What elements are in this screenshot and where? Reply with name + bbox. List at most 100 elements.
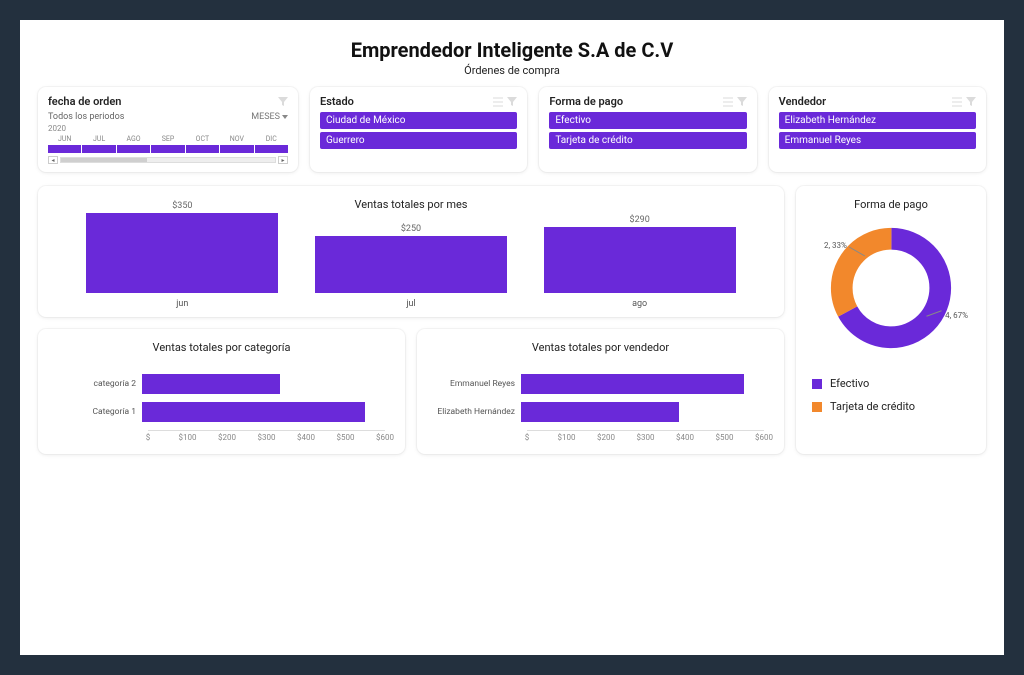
bar-rect xyxy=(315,236,507,293)
month-label: AGO xyxy=(117,135,150,143)
month-cell[interactable]: NOV xyxy=(220,135,253,153)
scroll-track[interactable] xyxy=(60,157,276,163)
axis-tick: $500 xyxy=(337,433,355,442)
hbar-row[interactable]: Elizabeth Hernández xyxy=(431,402,764,422)
donut-chart-area[interactable]: 2, 33% 4, 67% xyxy=(826,223,956,353)
all-periods-label[interactable]: Todos los periodos xyxy=(48,112,124,122)
legend-item-efectivo[interactable]: Efectivo xyxy=(812,377,970,390)
filter-values: Ciudad de México Guerrero xyxy=(320,112,517,149)
filter-fecha-de-orden[interactable]: fecha de orden Todos los periodos MESES … xyxy=(38,87,298,172)
hbar-row[interactable]: Emmanuel Reyes xyxy=(431,374,764,394)
charts-main-column: Ventas totales por mes $350jun$250jul$29… xyxy=(38,186,784,454)
bar-value-label: $250 xyxy=(401,224,421,234)
hbar-track xyxy=(521,374,764,394)
bar-category-label: ago xyxy=(632,299,647,309)
month-label: OCT xyxy=(186,135,219,143)
filter-values: Efectivo Tarjeta de crédito xyxy=(549,112,746,149)
hbar-label: Elizabeth Hernández xyxy=(431,407,521,417)
filter-value-pill[interactable]: Efectivo xyxy=(549,112,746,129)
month-bar xyxy=(255,145,288,153)
axis-tick: $400 xyxy=(676,433,694,442)
chart-ventas-por-vendedor: Ventas totales por vendedor Emmanuel Rey… xyxy=(417,329,784,454)
filter-value-pill[interactable]: Emmanuel Reyes xyxy=(779,132,976,149)
donut-label-efectivo: 4, 67% xyxy=(945,311,968,320)
list-icon[interactable] xyxy=(723,97,733,107)
filter-value-pill[interactable]: Ciudad de México xyxy=(320,112,517,129)
filter-title: fecha de orden xyxy=(48,95,121,108)
filter-value-pill[interactable]: Elizabeth Hernández xyxy=(779,112,976,129)
x-axis: $$100$200$300$400$500$600 xyxy=(148,430,385,442)
hbar-row[interactable]: categoría 2 xyxy=(52,374,385,394)
axis-tick: $100 xyxy=(178,433,196,442)
hbar-track xyxy=(142,374,385,394)
scroll-thumb[interactable] xyxy=(61,158,147,162)
month-label: JUN xyxy=(48,135,81,143)
hbar-chart-area[interactable]: categoría 2Categoría 1$$100$200$300$400$… xyxy=(48,362,395,446)
report-header: Emprendedor Inteligente S.A de C.V Órden… xyxy=(38,38,986,77)
bar[interactable]: $290 ago xyxy=(544,215,736,309)
bar-rect xyxy=(86,213,278,293)
bar-category-label: jul xyxy=(406,299,415,309)
filter-title: Vendedor xyxy=(779,95,826,108)
month-timeline[interactable]: JUNJULAGOSEPOCTNOVDIC xyxy=(48,135,288,153)
bar[interactable]: $250 jul xyxy=(315,224,507,309)
chart-title: Forma de pago xyxy=(854,198,928,211)
month-bar xyxy=(117,145,150,153)
filter-values: Elizabeth Hernández Emmanuel Reyes xyxy=(779,112,976,149)
month-bar xyxy=(82,145,115,153)
company-title: Emprendedor Inteligente S.A de C.V xyxy=(38,38,986,62)
charts-side-column: Forma de pago 2, 33% 4, 67% xyxy=(796,186,986,454)
filter-value-pill[interactable]: Tarjeta de crédito xyxy=(549,132,746,149)
hbar-track xyxy=(142,402,385,422)
scroll-left-button[interactable]: ◂ xyxy=(48,156,58,164)
funnel-icon[interactable] xyxy=(278,97,288,107)
bar-category-label: jun xyxy=(176,299,188,309)
axis-tick: $300 xyxy=(637,433,655,442)
month-label: SEP xyxy=(151,135,184,143)
scroll-right-button[interactable]: ▸ xyxy=(278,156,288,164)
month-bar xyxy=(151,145,184,153)
funnel-icon[interactable] xyxy=(737,97,747,107)
donut-label-tarjeta: 2, 33% xyxy=(824,241,847,250)
granularity-selector[interactable]: MESES xyxy=(251,112,288,122)
filter-title: Forma de pago xyxy=(549,95,623,108)
x-axis: $$100$200$300$400$500$600 xyxy=(527,430,764,442)
list-icon[interactable] xyxy=(952,97,962,107)
month-cell[interactable]: DIC xyxy=(255,135,288,153)
funnel-icon[interactable] xyxy=(966,97,976,107)
month-cell[interactable]: JUL xyxy=(82,135,115,153)
bar-chart-area[interactable]: $350jun$250jul$290ago xyxy=(48,219,774,309)
hbar-rect xyxy=(142,402,365,422)
axis-tick: $300 xyxy=(258,433,276,442)
hbar-label: Categoría 1 xyxy=(52,407,142,417)
axis-tick: $600 xyxy=(376,433,394,442)
month-bar xyxy=(48,145,81,153)
month-label: DIC xyxy=(255,135,288,143)
report-sheet: Emprendedor Inteligente S.A de C.V Órden… xyxy=(20,20,1004,655)
charts-bottom-row: Ventas totales por categoría categoría 2… xyxy=(38,329,784,454)
month-cell[interactable]: AGO xyxy=(117,135,150,153)
year-label: 2020 xyxy=(48,124,288,133)
bar[interactable]: $350jun xyxy=(86,201,278,309)
axis-tick: $400 xyxy=(297,433,315,442)
filter-estado[interactable]: Estado Ciudad de MéxicoGuerrero xyxy=(310,87,527,172)
hbar-rect xyxy=(521,374,744,394)
month-cell[interactable]: OCT xyxy=(186,135,219,153)
chart-title: Ventas totales por categoría xyxy=(48,341,395,354)
filter-forma-de-pago[interactable]: Forma de pago Efectivo Tarjeta de crédito xyxy=(539,87,756,172)
month-cell[interactable]: JUN xyxy=(48,135,81,153)
axis-tick: $ xyxy=(525,433,530,442)
hbar-chart-area[interactable]: Emmanuel ReyesElizabeth Hernández$$100$2… xyxy=(427,362,774,446)
filter-value-pill[interactable]: Guerrero xyxy=(320,132,517,149)
list-icon[interactable] xyxy=(493,97,503,107)
timeline-scrollbar[interactable]: ◂ ▸ xyxy=(48,156,288,164)
hbar-rect xyxy=(142,374,280,394)
filter-vendedor[interactable]: Vendedor Elizabeth Hernández Emmanuel Rey… xyxy=(769,87,986,172)
legend-item-tarjeta[interactable]: Tarjeta de crédito xyxy=(812,400,970,413)
chart-ventas-por-mes: Ventas totales por mes $350jun$250jul$29… xyxy=(38,186,784,317)
month-bar xyxy=(220,145,253,153)
bar-value-label: $290 xyxy=(630,215,650,225)
hbar-row[interactable]: Categoría 1 xyxy=(52,402,385,422)
month-cell[interactable]: SEP xyxy=(151,135,184,153)
funnel-icon[interactable] xyxy=(507,97,517,107)
